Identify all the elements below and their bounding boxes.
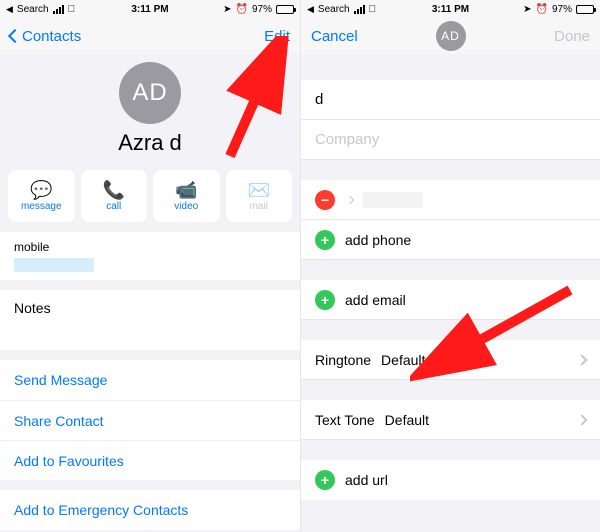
message-icon: 💬 [30,181,52,199]
notes-label: Notes [14,300,51,316]
mail-button: ✉️ mail [226,170,293,222]
texttone-value: Default [385,412,429,428]
back-button[interactable]: Contacts [10,28,81,45]
add-favourites-link[interactable]: Add to Favourites [0,440,300,480]
texttone-label: Text Tone [315,412,375,428]
contact-edit-screen: ◀ Search 􀙇 3:11 PM ➤ ⏰ 97% Cancel AD Don… [300,0,600,532]
chevron-right-icon [346,195,354,203]
company-field[interactable]: Company [301,120,600,160]
last-name-field[interactable]: d [301,80,600,120]
add-icon: + [315,470,335,490]
remove-icon[interactable]: − [315,190,335,210]
add-email-label: add email [345,292,406,308]
texttone-row[interactable]: Text Tone Default [301,400,600,440]
cancel-button[interactable]: Cancel [311,28,358,45]
add-emergency-link[interactable]: Add to Emergency Contacts [0,490,300,530]
avatar[interactable]: AD [119,62,181,124]
signal-icon [354,5,365,14]
status-time: 3:11 PM [432,4,469,15]
chevron-right-icon [576,414,587,425]
edit-button[interactable]: Edit [264,28,290,45]
phone-group: mobile [0,232,300,280]
mobile-cell[interactable]: mobile [0,232,300,280]
video-button[interactable]: 📹 video [153,170,220,222]
add-phone-row[interactable]: + add phone [301,220,600,260]
location-icon: ➤ [523,4,531,15]
add-url-label: add url [345,472,388,488]
battery-pct: 97% [552,4,572,15]
add-phone-label: add phone [345,232,411,248]
message-label: message [21,201,62,212]
status-bar: ◀ Search 􀙇 3:11 PM ➤ ⏰ 97% [301,0,600,18]
phone-existing-row[interactable]: − [301,180,600,220]
mail-icon: ✉️ [248,181,270,199]
chevron-right-icon [576,354,587,365]
battery-pct: 97% [252,4,272,15]
wifi-icon: 􀙇 [369,4,377,15]
status-bar: ◀ Search 􀙇 3:11 PM ➤ ⏰ 97% [0,0,300,18]
call-button[interactable]: 📞 call [81,170,148,222]
contact-name: Azra d [0,130,300,156]
mobile-number-redacted [14,258,94,272]
share-contact-link[interactable]: Share Contact [0,400,300,440]
location-icon: ➤ [223,4,231,15]
ringtone-value: Default [381,352,425,368]
message-button[interactable]: 💬 message [8,170,75,222]
emergency-group: Add to Emergency Contacts [0,490,300,530]
nav-bar: Contacts Edit [0,18,300,54]
back-label: Contacts [22,28,81,45]
chevron-left-icon [8,29,22,43]
notes-group: Notes [0,290,300,350]
notes-cell[interactable]: Notes [0,290,300,350]
send-message-link[interactable]: Send Message [0,360,300,400]
add-url-row[interactable]: + add url [301,460,600,500]
status-search: Search [318,4,350,15]
add-icon: + [315,230,335,250]
call-label: call [106,201,121,212]
status-search: Search [17,4,49,15]
ringtone-label: Ringtone [315,352,371,368]
phone-number-redacted [363,192,423,208]
links-group: Send Message Share Contact Add to Favour… [0,360,300,480]
battery-icon [276,5,294,14]
battery-icon [576,5,594,14]
ringtone-row[interactable]: Ringtone Default [301,340,600,380]
nav-bar-edit: Cancel AD Done [301,18,600,54]
contact-header: AD Azra d [0,54,300,170]
wifi-icon: 􀙇 [68,4,76,15]
phone-icon: 📞 [103,181,125,199]
alarm-icon: ⏰ [536,4,548,15]
quick-actions: 💬 message 📞 call 📹 video ✉️ mail [0,170,300,232]
mail-label: mail [250,201,268,212]
done-button[interactable]: Done [554,28,590,45]
alarm-icon: ⏰ [236,4,248,15]
video-label: video [174,201,198,212]
contact-view-screen: ◀ Search 􀙇 3:11 PM ➤ ⏰ 97% Contacts Edit… [0,0,300,532]
add-email-row[interactable]: + add email [301,280,600,320]
video-icon: 📹 [175,181,197,199]
status-time: 3:11 PM [131,4,168,15]
signal-icon [53,5,64,14]
avatar-small[interactable]: AD [436,21,466,51]
mobile-label: mobile [14,240,49,254]
add-icon: + [315,290,335,310]
